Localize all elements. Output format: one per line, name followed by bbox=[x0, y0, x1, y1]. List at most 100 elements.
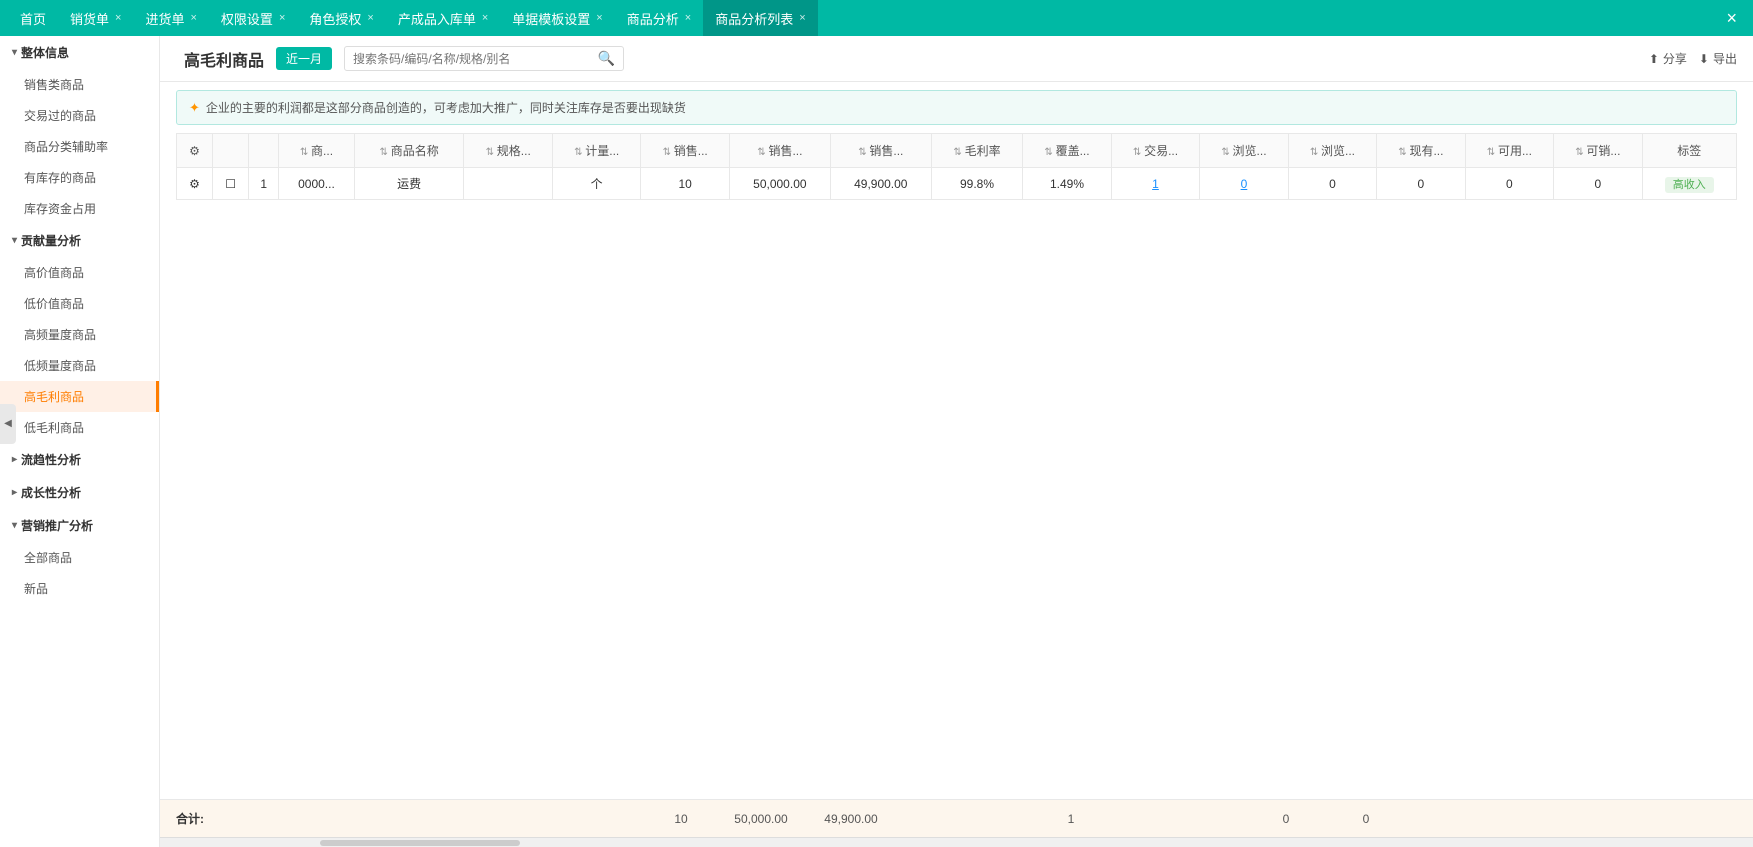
row-sellable: 0 bbox=[1554, 168, 1642, 200]
nav-tab-close-product-entry[interactable]: × bbox=[482, 12, 488, 24]
row-trade[interactable]: 1 bbox=[1111, 168, 1199, 200]
sidebar-group-growth[interactable]: ▸成长性分析 bbox=[0, 476, 159, 509]
sidebar-group-arrow-overall: ▾ bbox=[12, 47, 17, 58]
footer-cell-5 bbox=[506, 812, 576, 826]
sidebar-item-sales-goods[interactable]: 销售类商品 bbox=[0, 69, 159, 100]
sidebar-group-label-overall: 整体信息 bbox=[21, 44, 69, 61]
nav-tab-close-analysis[interactable]: × bbox=[685, 12, 691, 24]
col-header-browse1[interactable]: 浏览... bbox=[1200, 134, 1288, 168]
nav-tab-analysis[interactable]: 商品分析 × bbox=[615, 0, 703, 36]
sidebar-item-category-assist[interactable]: 商品分类辅助率 bbox=[0, 131, 159, 162]
col-header-tag: 标签 bbox=[1642, 134, 1736, 168]
settings-icon[interactable]: ⚙ bbox=[177, 168, 213, 200]
sidebar-item-low-freq[interactable]: 低频量度商品 bbox=[0, 350, 159, 381]
row-current: 0 bbox=[1377, 168, 1465, 200]
nav-tab-close-template[interactable]: × bbox=[596, 12, 602, 24]
col-header-sales-qty[interactable]: 销售... bbox=[641, 134, 729, 168]
sidebar-collapse-button[interactable]: ◀ bbox=[0, 404, 16, 444]
nav-tab-home[interactable]: 首页 bbox=[8, 0, 58, 36]
sidebar-item-traded-goods[interactable]: 交易过的商品 bbox=[0, 100, 159, 131]
content-header: 高毛利商品 近一月 🔍 ⬆ 分享 ⬇ 导出 bbox=[160, 36, 1753, 82]
nav-tab-close-analysis-list[interactable]: × bbox=[799, 12, 805, 24]
sidebar-item-high-margin[interactable]: 高毛利商品 bbox=[0, 381, 159, 412]
time-filter-button[interactable]: 近一月 bbox=[276, 47, 332, 70]
nav-tab-purchase[interactable]: 进货单× bbox=[133, 0, 208, 36]
content-area: 高毛利商品 近一月 🔍 ⬆ 分享 ⬇ 导出 ✦ 企业的主要的利润都是这部分商品创… bbox=[160, 36, 1753, 847]
sidebar-group-trend[interactable]: ▸流趋性分析 bbox=[0, 443, 159, 476]
row-browse1[interactable]: 0 bbox=[1200, 168, 1288, 200]
col-header-available[interactable]: 可用... bbox=[1465, 134, 1553, 168]
nav-tab-label: 商品分析 bbox=[627, 9, 679, 28]
col-header-unit[interactable]: 计量... bbox=[552, 134, 640, 168]
nav-tab-label: 角色授权 bbox=[309, 9, 361, 28]
sidebar-item-high-freq[interactable]: 高频量度商品 bbox=[0, 319, 159, 350]
col-header-trade[interactable]: 交易... bbox=[1111, 134, 1199, 168]
nav-tab-sales[interactable]: 销货单× bbox=[58, 0, 133, 36]
sidebar-group-label-wealth: 贡献量分析 bbox=[21, 232, 81, 249]
nav-tab-close-sales[interactable]: × bbox=[115, 12, 121, 24]
header-actions: ⬆ 分享 ⬇ 导出 bbox=[1649, 50, 1737, 67]
nav-tab-product-entry[interactable]: 产成品入库单× bbox=[386, 0, 500, 36]
sidebar-group-label-growth: 成长性分析 bbox=[21, 484, 81, 501]
share-button[interactable]: ⬆ 分享 bbox=[1649, 50, 1687, 67]
sidebar-item-low-value[interactable]: 低价值商品 bbox=[0, 288, 159, 319]
sidebar-item-high-value[interactable]: 高价值商品 bbox=[0, 257, 159, 288]
row-code: 0000... bbox=[279, 168, 355, 200]
row-checkbox[interactable]: ☐ bbox=[213, 168, 249, 200]
col-header-sellable[interactable]: 可销... bbox=[1554, 134, 1642, 168]
footer-cell-4 bbox=[386, 812, 506, 826]
export-icon: ⬇ bbox=[1699, 52, 1709, 66]
nav-tab-role[interactable]: 角色授权 × bbox=[297, 0, 385, 36]
footer-cell-12: 1 bbox=[1036, 812, 1106, 826]
sidebar-item-new-goods[interactable]: 新品 bbox=[0, 573, 159, 604]
col-header-current[interactable]: 现有... bbox=[1377, 134, 1465, 168]
col-header-spec[interactable]: 规格... bbox=[464, 134, 552, 168]
sidebar: ▾ 整体信息销售类商品交易过的商品商品分类辅助率有库存的商品库存资金占用 ▾ 贡献量分… bbox=[0, 36, 160, 847]
row-tag: 高收入 bbox=[1642, 168, 1736, 200]
sidebar-group-arrow-wealth: ▾ bbox=[12, 235, 17, 246]
footer-cell-6 bbox=[576, 812, 646, 826]
col-header-margin-rate[interactable]: 毛利率 bbox=[931, 134, 1023, 168]
sidebar-item-stock-capital[interactable]: 库存资金占用 bbox=[0, 193, 159, 224]
nav-tab-permission[interactable]: 权限设置× bbox=[209, 0, 297, 36]
col-header-checkbox bbox=[213, 134, 249, 168]
table-row: ⚙☐10000...运费个1050,000.0049,900.0099.8%1.… bbox=[177, 168, 1737, 200]
sidebar-group-wealth[interactable]: ▾ 贡献量分析 bbox=[0, 224, 159, 257]
sidebar-group-marketing[interactable]: ▾营销推广分析 bbox=[0, 509, 159, 542]
nav-tab-template[interactable]: 单据模板设置× bbox=[500, 0, 614, 36]
row-sales-amount: 50,000.00 bbox=[729, 168, 830, 200]
col-header-num bbox=[249, 134, 279, 168]
sidebar-item-low-margin[interactable]: 低毛利商品 bbox=[0, 412, 159, 443]
footer-cell-3 bbox=[326, 812, 386, 826]
col-header-name[interactable]: 商品名称 bbox=[354, 134, 464, 168]
nav-tab-label: 商品分析列表 bbox=[715, 9, 793, 28]
nav-tab-analysis-list[interactable]: 商品分析列表 × bbox=[703, 0, 817, 36]
bottom-scrollbar[interactable] bbox=[160, 837, 1753, 847]
footer-cell-11 bbox=[966, 812, 1036, 826]
sidebar-item-stocked-goods[interactable]: 有库存的商品 bbox=[0, 162, 159, 193]
close-all-button[interactable]: × bbox=[1718, 8, 1745, 29]
row-browse1-link[interactable]: 0 bbox=[1241, 177, 1248, 191]
data-table: ⚙商...商品名称规格...计量...销售...销售...销售...毛利率覆盖.… bbox=[176, 133, 1737, 200]
nav-tab-close-permission[interactable]: × bbox=[279, 12, 285, 24]
sidebar-group-arrow-trend: ▸ bbox=[12, 454, 17, 465]
sidebar-group-overall[interactable]: ▾ 整体信息 bbox=[0, 36, 159, 69]
col-header-browse2[interactable]: 浏览... bbox=[1288, 134, 1376, 168]
col-header-sales-cost[interactable]: 销售... bbox=[830, 134, 931, 168]
search-input[interactable] bbox=[353, 52, 598, 66]
share-icon: ⬆ bbox=[1649, 52, 1659, 66]
scrollbar-thumb[interactable] bbox=[320, 840, 520, 846]
row-trade-link[interactable]: 1 bbox=[1152, 177, 1159, 191]
nav-tab-close-purchase[interactable]: × bbox=[190, 12, 196, 24]
footer-cell-10 bbox=[896, 812, 966, 826]
footer-cell-8: 50,000.00 bbox=[716, 812, 806, 826]
search-icon[interactable]: 🔍 bbox=[598, 50, 615, 67]
col-header-code[interactable]: 商... bbox=[279, 134, 355, 168]
footer-cell-1 bbox=[266, 812, 296, 826]
footer-cell-18 bbox=[1486, 812, 1546, 826]
nav-tab-close-role[interactable]: × bbox=[367, 12, 373, 24]
col-header-sales-amount[interactable]: 销售... bbox=[729, 134, 830, 168]
sidebar-item-all-goods[interactable]: 全部商品 bbox=[0, 542, 159, 573]
col-header-cover[interactable]: 覆盖... bbox=[1023, 134, 1111, 168]
export-button[interactable]: ⬇ 导出 bbox=[1699, 50, 1737, 67]
